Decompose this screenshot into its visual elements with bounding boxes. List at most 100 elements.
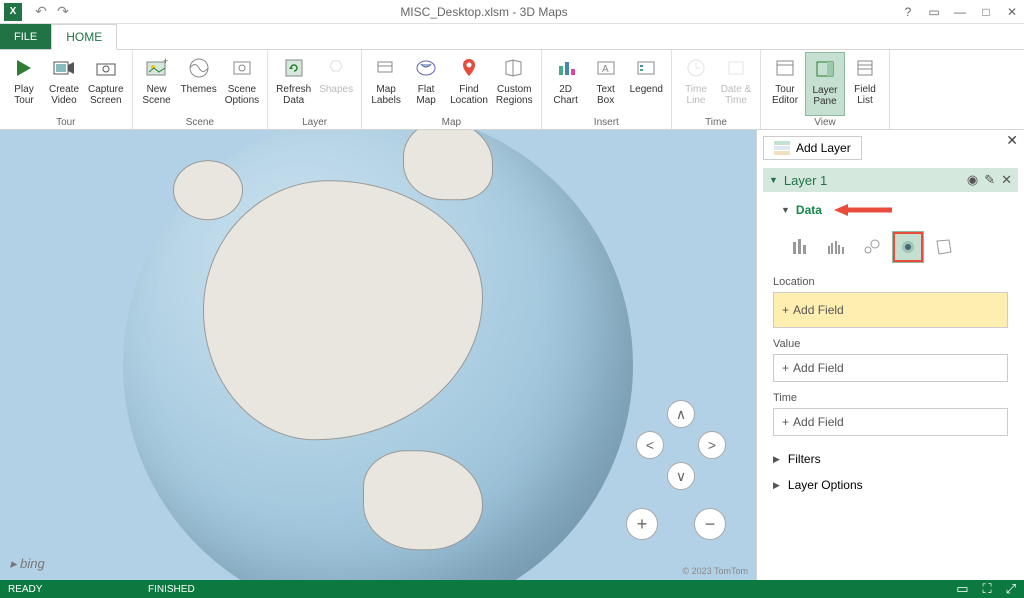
value-label: Value: [773, 338, 1008, 350]
viz-stacked-column-button[interactable]: [785, 232, 815, 262]
shapes-button[interactable]: Shapes: [315, 52, 357, 116]
close-pane-icon[interactable]: ✕: [1006, 132, 1018, 149]
window-title: MISC_Desktop.xlsm - 3D Maps: [72, 5, 896, 19]
tab-file[interactable]: FILE: [0, 24, 51, 49]
tour-editor-icon: [771, 54, 799, 82]
play-icon: [10, 54, 38, 82]
labels-icon: [372, 54, 400, 82]
status-view1-icon[interactable]: ▭: [956, 581, 968, 597]
legend-icon: [632, 54, 660, 82]
legend-button[interactable]: Legend: [626, 52, 667, 116]
add-layer-icon: [774, 141, 790, 155]
textbox-icon: A: [592, 54, 620, 82]
add-layer-label: Add Layer: [796, 141, 851, 155]
status-ready: READY: [8, 584, 148, 595]
new-scene-button[interactable]: +New Scene: [137, 52, 177, 116]
themes-button[interactable]: Themes: [177, 52, 221, 116]
ribbon-group-insert: 2D Chart AText Box Legend Insert: [542, 50, 672, 129]
time-section: Time +Add Field: [763, 392, 1018, 446]
nav-dpad: ∧ < > ∨: [636, 400, 726, 490]
layer-header[interactable]: ▼ Layer 1 ◉ ✎ ✕: [763, 168, 1018, 192]
data-label: Data: [796, 203, 822, 217]
find-location-icon: [455, 54, 483, 82]
ribbon-group-scene: +New Scene Themes Scene Options Scene: [133, 50, 269, 129]
ribbon: Play Tour Create Video Capture Screen To…: [0, 50, 1024, 130]
nav-right-button[interactable]: >: [698, 431, 726, 459]
time-add-field[interactable]: +Add Field: [773, 408, 1008, 436]
flat-map-button[interactable]: Flat Map: [406, 52, 446, 116]
help-icon[interactable]: ?: [896, 2, 920, 22]
tab-home[interactable]: HOME: [51, 24, 117, 50]
globe-3d[interactable]: [123, 130, 633, 580]
minimize-icon[interactable]: —: [948, 2, 972, 22]
video-icon: [50, 54, 78, 82]
ribbon-tabs: FILE HOME: [0, 24, 1024, 50]
maximize-icon[interactable]: □: [974, 2, 998, 22]
location-add-field[interactable]: +Add Field: [773, 292, 1008, 328]
layer-pane-button[interactable]: Layer Pane: [805, 52, 845, 116]
2d-chart-button[interactable]: 2D Chart: [546, 52, 586, 116]
value-add-field[interactable]: +Add Field: [773, 354, 1008, 382]
status-finished: FINISHED: [148, 584, 956, 595]
chevron-down-icon: ▼: [781, 205, 790, 215]
viz-region-button[interactable]: [929, 232, 959, 262]
title-bar: X ↶ ↷ MISC_Desktop.xlsm - 3D Maps ? ▭ — …: [0, 0, 1024, 24]
new-scene-icon: +: [143, 54, 171, 82]
camera-icon: [92, 54, 120, 82]
chevron-right-icon: ▶: [773, 454, 780, 465]
landmass: [363, 450, 483, 550]
chevron-right-icon: ▶: [773, 480, 780, 491]
undo-icon[interactable]: ↶: [32, 3, 50, 21]
text-box-button[interactable]: AText Box: [586, 52, 626, 116]
nav-up-button[interactable]: ∧: [667, 400, 695, 428]
rename-icon[interactable]: ✎: [984, 172, 995, 188]
find-location-button[interactable]: Find Location: [446, 52, 492, 116]
scene-options-button[interactable]: Scene Options: [221, 52, 263, 116]
status-fullscreen-icon[interactable]: ⤢: [1006, 581, 1016, 597]
group-label-time: Time: [676, 116, 756, 129]
filters-expander[interactable]: ▶Filters: [763, 446, 1018, 472]
nav-down-button[interactable]: ∨: [667, 462, 695, 490]
delete-layer-icon[interactable]: ✕: [1001, 172, 1012, 188]
datetime-button: Date & Time: [716, 52, 756, 116]
add-layer-button[interactable]: Add Layer: [763, 136, 862, 160]
refresh-data-button[interactable]: Refresh Data: [272, 52, 315, 116]
restore-icon[interactable]: ▭: [922, 2, 946, 22]
field-list-icon: [851, 54, 879, 82]
annotation-arrow-icon: [834, 202, 894, 218]
zoom-in-button[interactable]: +: [626, 508, 658, 540]
map-view[interactable]: ∧ < > ∨ + − ▸ bing © 2023 TomTom: [0, 130, 756, 580]
group-label-scene: Scene: [137, 116, 264, 129]
viz-bubble-button[interactable]: [857, 232, 887, 262]
field-list-button[interactable]: Field List: [845, 52, 885, 116]
visibility-icon[interactable]: ◉: [967, 172, 978, 188]
visualization-type-row: [785, 232, 1010, 262]
group-label-tour: Tour: [4, 116, 128, 129]
close-icon[interactable]: ✕: [1000, 2, 1024, 22]
scene-options-icon: [228, 54, 256, 82]
layer-pane: ✕ Add Layer ▼ Layer 1 ◉ ✎ ✕ ▼ Data: [756, 130, 1024, 580]
capture-screen-button[interactable]: Capture Screen: [84, 52, 128, 116]
play-tour-button[interactable]: Play Tour: [4, 52, 44, 116]
viz-heatmap-button[interactable]: [893, 232, 923, 262]
layer-name: Layer 1: [784, 173, 967, 188]
custom-regions-button[interactable]: Custom Regions: [492, 52, 537, 116]
map-copyright: © 2023 TomTom: [683, 566, 749, 576]
viz-clustered-column-button[interactable]: [821, 232, 851, 262]
shapes-icon: [322, 54, 350, 82]
collapse-icon[interactable]: ▼: [769, 175, 778, 185]
nav-left-button[interactable]: <: [636, 431, 664, 459]
data-section: ▼ Data: [763, 192, 1018, 262]
layer-pane-icon: [811, 55, 839, 83]
landmass: [203, 180, 483, 440]
tour-editor-button[interactable]: Tour Editor: [765, 52, 805, 116]
status-view2-icon[interactable]: ⛶: [982, 581, 991, 597]
map-labels-button[interactable]: Map Labels: [366, 52, 406, 116]
create-video-button[interactable]: Create Video: [44, 52, 84, 116]
redo-icon[interactable]: ↷: [54, 3, 72, 21]
ribbon-group-layer: Refresh Data Shapes Layer: [268, 50, 362, 129]
data-expander[interactable]: ▼ Data: [781, 202, 1010, 218]
layer-options-expander[interactable]: ▶Layer Options: [763, 472, 1018, 498]
regions-icon: [500, 54, 528, 82]
zoom-out-button[interactable]: −: [694, 508, 726, 540]
